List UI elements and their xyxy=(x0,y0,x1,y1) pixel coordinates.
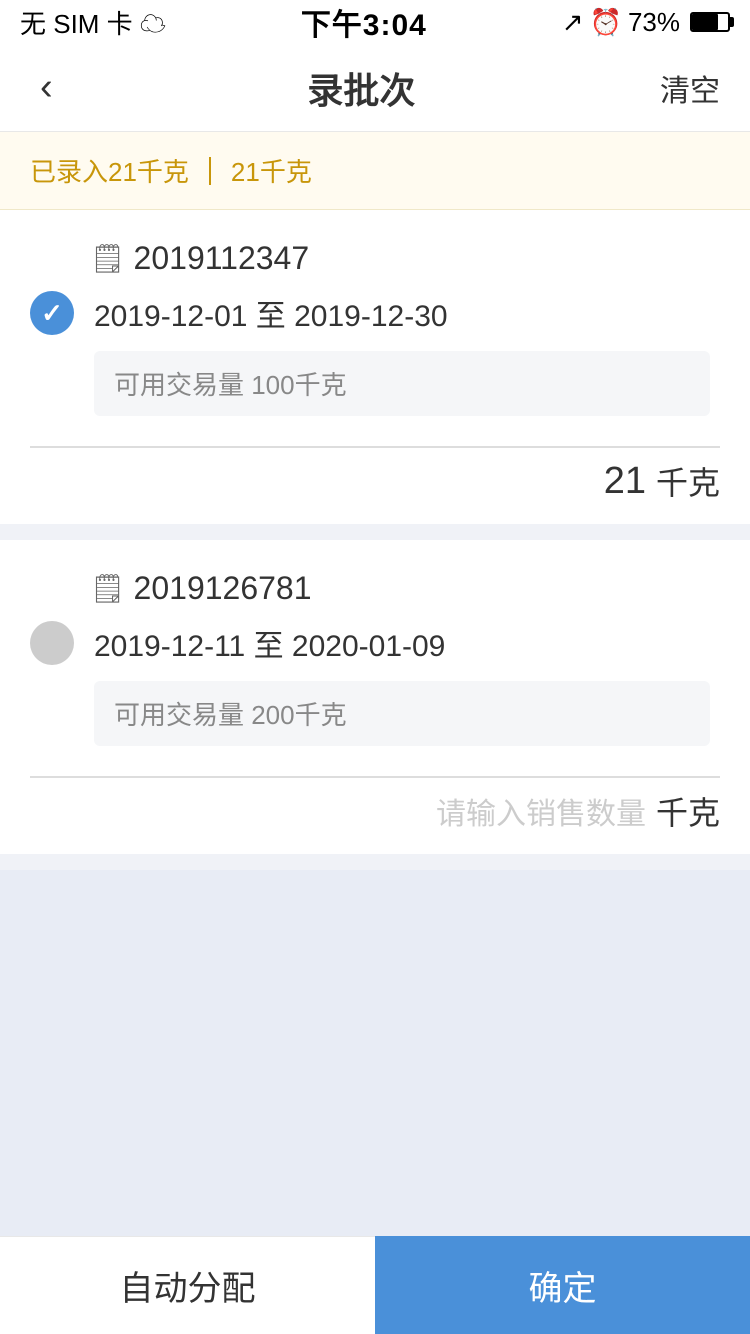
batch-id-row-2: 🗒 2019126781 xyxy=(30,570,720,607)
status-left: 无 SIM 卡 ☁ xyxy=(20,4,166,41)
batch-date-row-1[interactable]: ✓ 2019-12-01 至 2019-12-30 xyxy=(30,291,720,335)
batch-doc-icon-2: 🗒 xyxy=(90,572,126,605)
amount-label: 21千克 xyxy=(231,152,312,189)
location-icon: ↗ xyxy=(562,7,584,38)
batch-date-1: 2019-12-01 至 2019-12-30 xyxy=(94,291,448,335)
back-button[interactable]: ‹ xyxy=(30,56,63,119)
batch-item-2: 🗒 2019126781 2019-12-11 至 2020-01-09 可用交… xyxy=(0,540,750,776)
batch-id-row-1: 🗒 2019112347 xyxy=(30,240,720,277)
available-qty-2: 可用交易量 200千克 xyxy=(94,681,710,746)
batch-id-2: 2019126781 xyxy=(134,570,312,607)
clear-button[interactable]: 清空 xyxy=(660,66,720,110)
qty-unit-2: 千克 xyxy=(656,788,720,834)
qty-row-1: 21 千克 xyxy=(0,448,750,524)
alarm-icon: ⏰ xyxy=(590,7,622,38)
sim-text: 无 SIM 卡 ☁ xyxy=(20,4,166,41)
auto-distribute-label: 自动分配 xyxy=(120,1261,256,1310)
batch-card-1: 🗒 2019112347 ✓ 2019-12-01 至 2019-12-30 可… xyxy=(0,210,750,524)
batch-item-1: 🗒 2019112347 ✓ 2019-12-01 至 2019-12-30 可… xyxy=(0,210,750,446)
auto-distribute-button[interactable]: 自动分配 xyxy=(0,1236,375,1334)
info-divider xyxy=(209,157,211,185)
qty-value-1[interactable]: 21 xyxy=(604,460,646,503)
recorded-label: 已录入21千克 xyxy=(30,152,189,189)
batch-card-2: 🗒 2019126781 2019-12-11 至 2020-01-09 可用交… xyxy=(0,540,750,854)
battery-percentage: 73% xyxy=(628,7,680,38)
confirm-button[interactable]: 确定 xyxy=(375,1236,750,1334)
qty-input-row-2[interactable]: 请输入销售数量 千克 xyxy=(0,778,750,854)
batch-id-1: 2019112347 xyxy=(134,240,310,277)
available-qty-1: 可用交易量 100千克 xyxy=(94,351,710,416)
batch-doc-icon-1: 🗒 xyxy=(90,242,126,275)
qty-unit-1: 千克 xyxy=(656,458,720,504)
batch-date-row-2[interactable]: 2019-12-11 至 2020-01-09 xyxy=(30,621,720,665)
confirm-label: 确定 xyxy=(529,1261,597,1310)
nav-bar: ‹ 录批次 清空 xyxy=(0,44,750,132)
batch-checkbox-1[interactable]: ✓ xyxy=(30,291,74,335)
content-area: 🗒 2019112347 ✓ 2019-12-01 至 2019-12-30 可… xyxy=(0,210,750,1330)
qty-placeholder-2[interactable]: 请输入销售数量 xyxy=(436,789,646,833)
checkmark-icon-1: ✓ xyxy=(41,298,63,329)
batch-checkbox-2[interactable] xyxy=(30,621,74,665)
batch-date-2: 2019-12-11 至 2020-01-09 xyxy=(94,621,445,665)
page-title: 录批次 xyxy=(307,62,415,114)
status-time: 下午3:04 xyxy=(301,0,427,44)
footer: 自动分配 确定 xyxy=(0,1236,750,1334)
status-right: ↗ ⏰ 73% xyxy=(562,7,730,38)
status-bar: 无 SIM 卡 ☁ 下午3:04 ↗ ⏰ 73% xyxy=(0,0,750,44)
battery-icon xyxy=(690,12,730,32)
info-banner: 已录入21千克 21千克 xyxy=(0,132,750,210)
